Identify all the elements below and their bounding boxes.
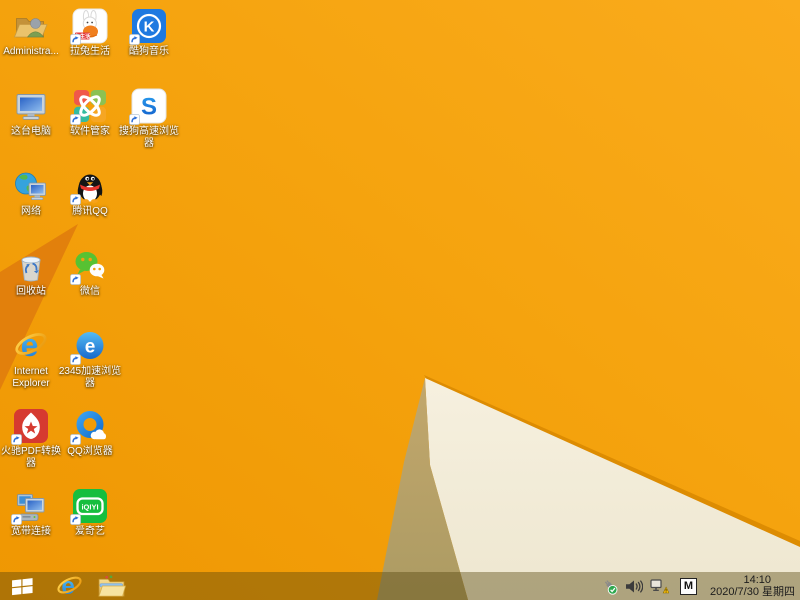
desktop-icon-software-manager[interactable]: 软件管家 bbox=[58, 88, 122, 138]
icon-label: 微信 bbox=[80, 286, 100, 297]
icon-label: 这台电脑 bbox=[11, 126, 51, 137]
wechat-icon bbox=[70, 248, 108, 285]
taskbar: e M 14:10 2020/7/30 星期四 bbox=[0, 572, 800, 600]
clock-date: 2020/7/30 星期四 bbox=[710, 585, 795, 598]
icon-label: Administra... bbox=[3, 46, 59, 57]
shortcut-arrow-icon bbox=[70, 274, 81, 285]
iqiyi-icon: iQIYI bbox=[70, 488, 108, 525]
shortcut-arrow-icon bbox=[70, 354, 81, 365]
qq-browser-icon bbox=[70, 408, 108, 445]
desktop-icon-huochi-pdf[interactable]: 火驰PDF转换器 bbox=[0, 408, 63, 470]
icon-label: 软件管家 bbox=[70, 126, 110, 137]
shortcut-arrow-icon bbox=[70, 434, 81, 445]
internet-explorer-icon: e bbox=[13, 328, 49, 364]
svg-text:e: e bbox=[21, 328, 39, 363]
icon-label: 宽带连接 bbox=[11, 526, 51, 537]
desktop-icon-wechat[interactable]: 微信 bbox=[58, 248, 122, 298]
2345-browser-icon: e bbox=[70, 328, 108, 365]
broadband-connection-icon bbox=[11, 488, 49, 525]
system-tray: M 14:10 2020/7/30 星期四 bbox=[600, 575, 800, 597]
icon-label: Internet Explorer bbox=[12, 366, 50, 389]
ime-indicator[interactable]: M bbox=[680, 577, 697, 595]
icon-label: 爱奇艺 bbox=[75, 526, 105, 537]
shortcut-arrow-icon bbox=[129, 34, 140, 45]
kugou-music-icon: K bbox=[129, 8, 167, 45]
icon-label: 搜狗高速浏览器 bbox=[119, 126, 179, 149]
user-folder-icon bbox=[13, 8, 49, 44]
desktop-icon-network[interactable]: 网络 bbox=[0, 168, 63, 218]
taskbar-file-explorer-button[interactable] bbox=[90, 572, 132, 600]
shortcut-arrow-icon bbox=[11, 514, 22, 525]
desktop: Administra... 兔生活 拉兔生活 K 酷狗音乐 这台电脑 软件管家 … bbox=[0, 0, 800, 600]
icon-label: 酷狗音乐 bbox=[129, 46, 169, 57]
usb-safely-remove-icon[interactable] bbox=[600, 578, 618, 595]
shortcut-arrow-icon bbox=[70, 514, 81, 525]
icon-label: 火驰PDF转换器 bbox=[1, 446, 61, 469]
desktop-icon-latu-life[interactable]: 兔生活 拉兔生活 bbox=[58, 8, 122, 58]
shortcut-arrow-icon bbox=[11, 434, 22, 445]
software-manager-icon bbox=[70, 88, 108, 125]
icon-label: QQ浏览器 bbox=[67, 446, 113, 457]
svg-text:iQIYI: iQIYI bbox=[81, 503, 98, 512]
shortcut-arrow-icon bbox=[70, 34, 81, 45]
shortcut-arrow-icon bbox=[129, 114, 140, 125]
icon-label: 拉兔生活 bbox=[70, 46, 110, 57]
network-globe-icon bbox=[13, 168, 49, 204]
computer-icon bbox=[13, 88, 49, 124]
clock-time: 14:10 bbox=[743, 574, 771, 586]
desktop-icon-sogou-browser[interactable]: S 搜狗高速浏览器 bbox=[117, 88, 181, 150]
icon-label: 回收站 bbox=[16, 286, 46, 297]
taskbar-clock[interactable]: 14:10 2020/7/30 星期四 bbox=[710, 575, 795, 597]
icon-label: 2345加速浏览器 bbox=[58, 366, 122, 389]
desktop-icon-qq-browser[interactable]: QQ浏览器 bbox=[58, 408, 122, 458]
svg-text:K: K bbox=[144, 19, 155, 36]
network-warning-icon[interactable] bbox=[650, 578, 669, 594]
desktop-icon-administrator[interactable]: Administra... bbox=[0, 8, 63, 58]
windows-logo-icon bbox=[11, 577, 33, 595]
svg-text:e: e bbox=[85, 337, 96, 358]
huochi-pdf-icon bbox=[11, 408, 49, 445]
shortcut-arrow-icon bbox=[70, 194, 81, 205]
qq-penguin-icon bbox=[70, 168, 108, 205]
icon-label: 网络 bbox=[21, 206, 41, 217]
internet-explorer-icon: e bbox=[56, 573, 82, 600]
recycle-bin-icon bbox=[13, 248, 49, 284]
start-button[interactable] bbox=[0, 572, 44, 600]
svg-text:S: S bbox=[141, 94, 157, 121]
desktop-icon-iqiyi[interactable]: iQIYI 爱奇艺 bbox=[58, 488, 122, 538]
desktop-icon-internet-explorer[interactable]: e Internet Explorer bbox=[0, 328, 63, 390]
icon-label: 腾讯QQ bbox=[72, 206, 108, 217]
desktop-icon-tencent-qq[interactable]: 腾讯QQ bbox=[58, 168, 122, 218]
desktop-icon-kugou-music[interactable]: K 酷狗音乐 bbox=[117, 8, 181, 58]
desktop-icons-layer: Administra... 兔生活 拉兔生活 K 酷狗音乐 这台电脑 软件管家 … bbox=[0, 0, 800, 572]
volume-icon[interactable] bbox=[625, 579, 643, 594]
desktop-icon-2345-browser[interactable]: e 2345加速浏览器 bbox=[58, 328, 122, 390]
desktop-icon-this-pc[interactable]: 这台电脑 bbox=[0, 88, 63, 138]
desktop-icon-broadband[interactable]: 宽带连接 bbox=[0, 488, 63, 538]
desktop-icon-recycle-bin[interactable]: 回收站 bbox=[0, 248, 63, 298]
sogou-browser-icon: S bbox=[129, 88, 167, 125]
shortcut-arrow-icon bbox=[70, 114, 81, 125]
file-explorer-icon bbox=[97, 574, 126, 596]
taskbar-internet-explorer-button[interactable]: e bbox=[48, 572, 90, 600]
latu-life-icon: 兔生活 bbox=[70, 8, 108, 45]
